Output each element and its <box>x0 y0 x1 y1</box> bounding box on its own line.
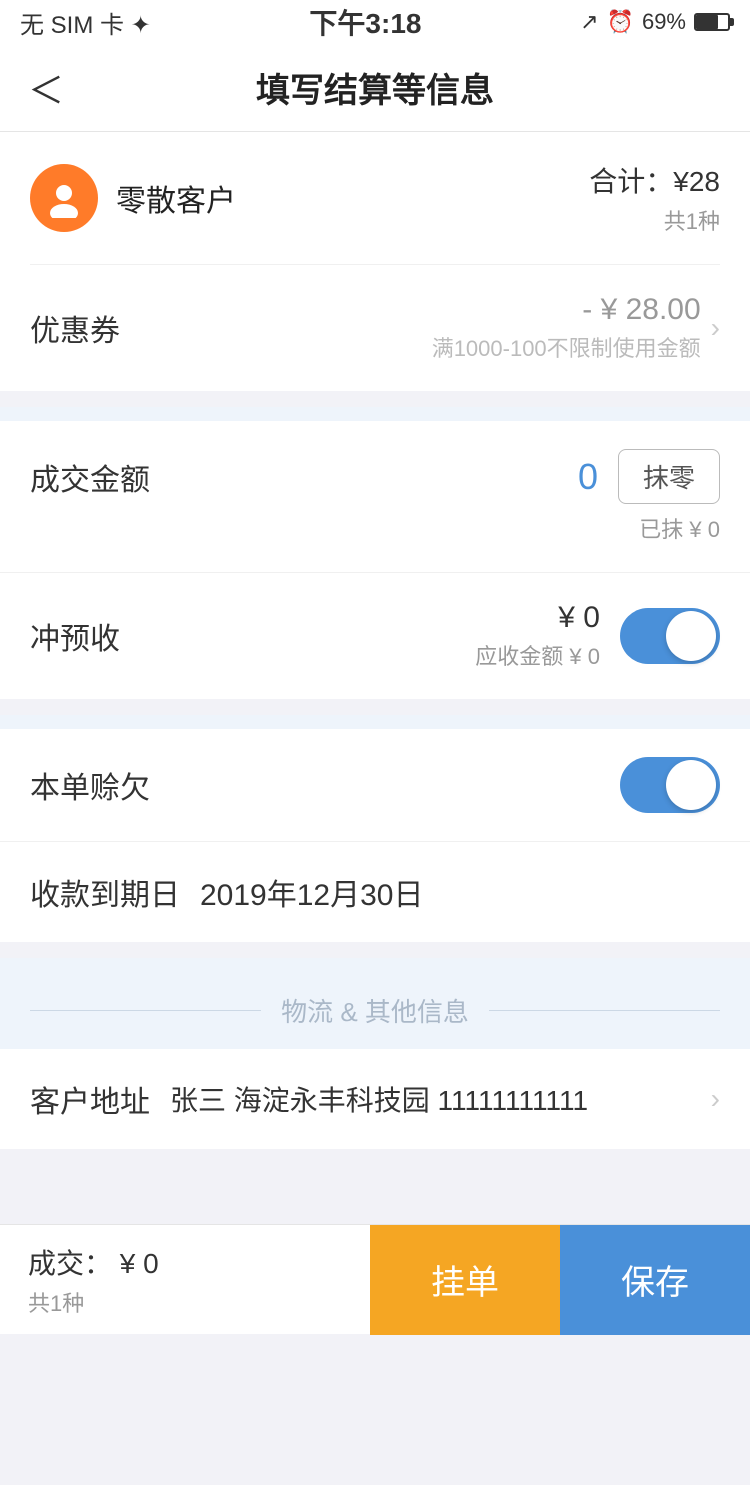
coupon-value: - ¥ 28.00 <box>432 293 701 327</box>
page-title: 填写结算等信息 <box>256 63 494 112</box>
logistics-line-left <box>30 1010 261 1011</box>
logistics-header: 物流 & 其他信息 <box>0 972 750 1049</box>
status-bar: 无 SIM 卡 ✦ 下午3:18 ↗ ⏰ 69% <box>0 0 750 44</box>
prepaid-amount-wrapper: ¥ 0 应收金额 ¥ 0 <box>475 601 600 671</box>
chevron-right-icon: › <box>711 312 720 344</box>
alarm-icon: ⏰ <box>607 9 634 35</box>
save-button[interactable]: 保存 <box>560 1225 750 1335</box>
prepaid-sub: 应收金额 ¥ 0 <box>475 639 600 671</box>
toggle-knob <box>666 611 716 661</box>
status-right: ↗ ⏰ 69% <box>580 9 730 35</box>
back-button[interactable]: ＜ <box>28 62 64 114</box>
coupon-label: 优惠券 <box>30 306 120 350</box>
battery-text: 69% <box>642 9 686 35</box>
status-left: 无 SIM 卡 ✦ <box>20 5 151 40</box>
debt-toggle-knob <box>666 760 716 810</box>
pending-button[interactable]: 挂单 <box>370 1225 560 1335</box>
debt-row: 本单赊欠 <box>0 729 750 841</box>
debt-card: 本单赊欠 收款到期日 2019年12月30日 <box>0 729 750 942</box>
deal-card: 成交金额 0 抹零 已抹 ¥ 0 冲预收 ¥ 0 应收金额 ¥ 0 <box>0 421 750 699</box>
address-value: 张三 海淀永丰科技园 11111111111 <box>170 1079 691 1119</box>
address-label: 客户地址 <box>30 1077 150 1121</box>
location-icon: ↗ <box>580 9 598 35</box>
battery-icon <box>694 13 730 31</box>
prepaid-amount: ¥ 0 <box>475 601 600 635</box>
due-date-value: 2019年12月30日 <box>200 870 423 914</box>
customer-name: 零散客户 <box>116 176 236 220</box>
total-amount: 合计：¥28 <box>589 160 720 200</box>
bottom-deal-amount: 成交： ¥ 0 <box>28 1242 342 1282</box>
prepaid-toggle[interactable] <box>620 608 720 664</box>
debt-toggle[interactable] <box>620 757 720 813</box>
coupon-row[interactable]: 优惠券 - ¥ 28.00 满1000-100不限制使用金额 › <box>0 265 750 391</box>
deal-amount: 0 <box>578 456 598 498</box>
bottom-summary: 成交： ¥ 0 共1种 <box>0 1242 370 1318</box>
date-row: 收款到期日 2019年12月30日 <box>0 841 750 942</box>
debt-label: 本单赊欠 <box>30 763 150 807</box>
coupon-sub: 满1000-100不限制使用金额 <box>432 331 701 363</box>
coupon-right: - ¥ 28.00 满1000-100不限制使用金额 › <box>432 293 720 363</box>
round-zero-button[interactable]: 抹零 <box>618 449 720 504</box>
coupon-value-wrapper: - ¥ 28.00 满1000-100不限制使用金额 <box>432 293 701 363</box>
customer-card: 零散客户 合计：¥28 共1种 优惠券 - ¥ 28.00 满1000-100不… <box>0 132 750 391</box>
deal-row: 成交金额 0 抹零 <box>30 449 720 504</box>
prepaid-right: ¥ 0 应收金额 ¥ 0 <box>475 601 720 671</box>
address-row[interactable]: 客户地址 张三 海淀永丰科技园 11111111111 › <box>0 1049 750 1149</box>
bottom-bar: 成交： ¥ 0 共1种 挂单 保存 <box>0 1224 750 1334</box>
customer-total: 合计：¥28 共1种 <box>589 160 720 236</box>
due-date-label: 收款到期日 <box>30 870 180 914</box>
bottom-deal-count: 共1种 <box>28 1286 342 1318</box>
logistics-title: 物流 & 其他信息 <box>281 992 469 1029</box>
sim-signal: 无 SIM 卡 ✦ <box>20 5 151 40</box>
section-separator-2 <box>0 715 750 729</box>
customer-avatar <box>30 164 98 232</box>
total-count: 共1种 <box>589 204 720 236</box>
deal-sub: 已抹 ¥ 0 <box>30 512 720 544</box>
logistics-line-right <box>489 1010 720 1011</box>
prepaid-label: 冲预收 <box>30 614 120 658</box>
deal-section: 成交金额 0 抹零 已抹 ¥ 0 <box>0 421 750 572</box>
address-chevron-icon: › <box>711 1083 720 1115</box>
customer-left: 零散客户 <box>30 164 236 232</box>
prepaid-row: 冲预收 ¥ 0 应收金额 ¥ 0 <box>0 572 750 699</box>
customer-row[interactable]: 零散客户 合计：¥28 共1种 <box>0 132 750 264</box>
section-separator-1 <box>0 407 750 421</box>
deal-label: 成交金额 <box>30 455 150 499</box>
nav-bar: ＜ 填写结算等信息 <box>0 44 750 132</box>
status-time: 下午3:18 <box>309 2 421 42</box>
logistics-separator <box>0 958 750 972</box>
deal-right: 0 抹零 <box>578 449 720 504</box>
